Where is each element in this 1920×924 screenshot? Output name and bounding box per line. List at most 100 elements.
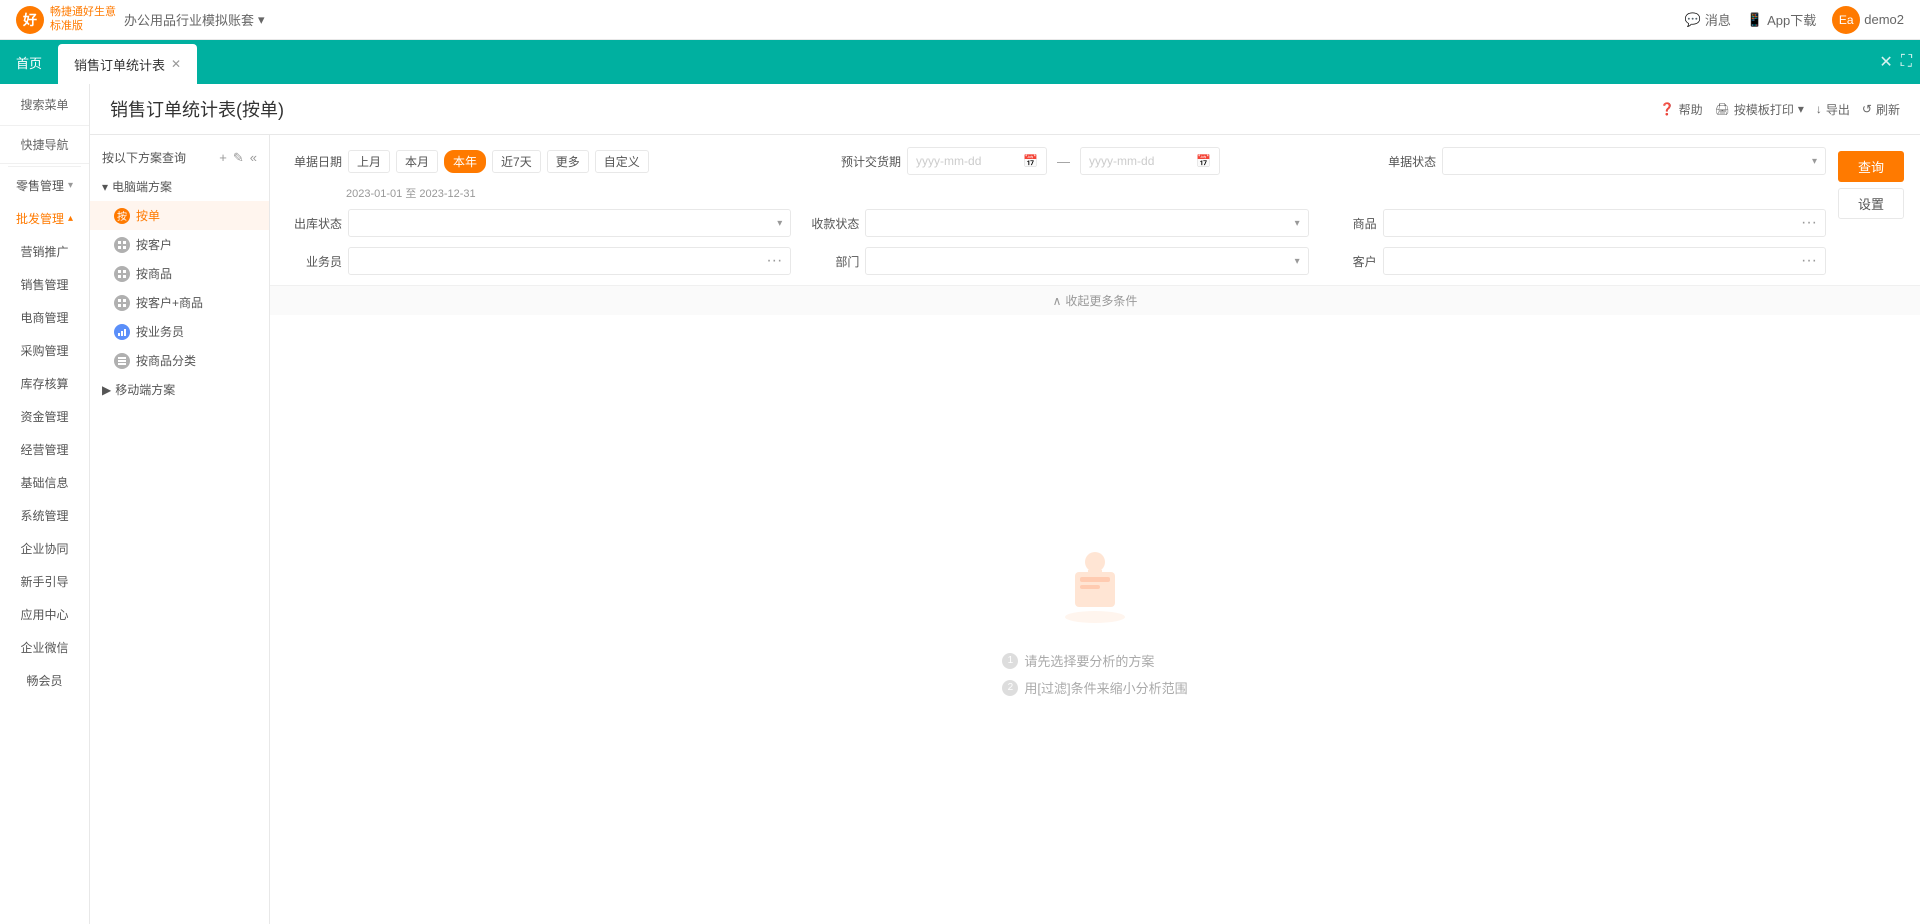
- sidebar-item-system[interactable]: 系统管理: [0, 499, 89, 532]
- sidebar-item-retail[interactable]: 零售管理 ▾: [0, 169, 89, 202]
- setting-button[interactable]: 设置: [1838, 188, 1904, 219]
- sidebar-divider-1: [8, 166, 81, 167]
- content-area: 销售订单统计表(按单) ❓ 帮助 🖨 按模板打印 ▾ ↓ 导出 ↺ 刷新: [90, 84, 1920, 924]
- scheme-group-arrow-icon: ▾: [102, 180, 108, 194]
- filter-wrapper: 单据日期 上月 本月 本年 近7天 更多 自定义: [270, 135, 1920, 315]
- sidebar-item-ecommerce[interactable]: 电商管理: [0, 301, 89, 334]
- export-btn[interactable]: ↓ 导出: [1816, 101, 1850, 118]
- sidebar-item-wechat[interactable]: 企业微信: [0, 631, 89, 664]
- scheme-item-by-salesman[interactable]: 按业务员: [90, 317, 269, 346]
- logo-text: 畅捷通好生意 标准版: [50, 6, 116, 32]
- scheme-group-mobile-title[interactable]: ▶ 移动端方案: [90, 375, 269, 404]
- salesman-select[interactable]: ···: [348, 247, 791, 275]
- app-download-btn[interactable]: 📱 App下载: [1747, 10, 1816, 29]
- retail-arrow-icon: ▾: [68, 180, 73, 191]
- user-menu[interactable]: Ea demo2: [1832, 6, 1904, 34]
- scheme-add-icon[interactable]: +: [219, 150, 227, 165]
- sidebar-item-wholesale[interactable]: 批发管理 ▴: [0, 202, 89, 235]
- scheme-item-by-customer[interactable]: 按客户: [90, 230, 269, 259]
- quick-nav-label[interactable]: 快捷导航: [0, 130, 89, 159]
- dept-group: 部门 ▾: [803, 247, 1308, 275]
- scheme-item-icon-order: 按: [114, 208, 130, 224]
- scheme-panel: 按以下方案查询 + ✎ « ▾ 电脑端方案 按 按单: [90, 135, 270, 924]
- sidebar-item-appstore[interactable]: 应用中心: [0, 598, 89, 631]
- message-icon: 💬: [1685, 12, 1701, 28]
- top-bar-right: 💬 消息 📱 App下载 Ea demo2: [1685, 6, 1904, 34]
- customer-group: 客户 ···: [1321, 247, 1826, 275]
- date-filter-group: 单据日期 上月 本月 本年 近7天 更多 自定义: [286, 150, 821, 173]
- sidebar-item-sales[interactable]: 销售管理: [0, 268, 89, 301]
- goods-more-icon[interactable]: ···: [1801, 214, 1817, 232]
- logo-icon: 好: [16, 6, 44, 34]
- scheme-edit-icon[interactable]: ✎: [233, 150, 244, 166]
- sidebar-item-newbie[interactable]: 新手引导: [0, 565, 89, 598]
- sidebar-item-operations[interactable]: 经营管理: [0, 433, 89, 466]
- inner-layout: 按以下方案查询 + ✎ « ▾ 电脑端方案 按 按单: [90, 135, 1920, 924]
- tab-sales-order[interactable]: 销售订单统计表 ✕: [58, 44, 197, 84]
- date-btn-last-month[interactable]: 上月: [348, 150, 390, 173]
- customer-label: 客户: [1321, 253, 1377, 270]
- goods-select[interactable]: ···: [1383, 209, 1826, 237]
- scheme-collapse-icon[interactable]: «: [250, 150, 257, 165]
- selector-arrow-icon: ▾: [258, 12, 265, 28]
- hint-num-2: 2: [1002, 680, 1018, 696]
- salesman-more-icon[interactable]: ···: [766, 252, 782, 270]
- sidebar-item-inventory[interactable]: 库存核算: [0, 367, 89, 400]
- sidebar-search[interactable]: 搜索菜单: [0, 84, 89, 126]
- salesman-label: 业务员: [286, 253, 342, 270]
- collapse-content: ∧ 收起更多条件: [276, 292, 1914, 309]
- sidebar-item-purchase[interactable]: 采购管理: [0, 334, 89, 367]
- date-btn-this-year[interactable]: 本年: [444, 150, 486, 173]
- top-bar-left: 好 畅捷通好生意 标准版 办公用品行业模拟账套 ▾: [16, 6, 265, 34]
- date-btn-this-month[interactable]: 本月: [396, 150, 438, 173]
- sidebar-quick-nav[interactable]: 快捷导航: [0, 126, 89, 164]
- scheme-item-icon-salesman: [114, 324, 130, 340]
- order-status-label: 单据状态: [1380, 153, 1436, 170]
- print-arrow-icon: ▾: [1798, 102, 1804, 116]
- search-menu-label[interactable]: 搜索菜单: [8, 92, 81, 117]
- scheme-item-by-category[interactable]: 按商品分类: [90, 346, 269, 375]
- sidebar-item-marketing[interactable]: 营销推广: [0, 235, 89, 268]
- template-print-btn[interactable]: 🖨 按模板打印 ▾: [1715, 101, 1804, 118]
- help-btn[interactable]: ❓ 帮助: [1660, 101, 1703, 118]
- date-btn-more[interactable]: 更多: [547, 150, 589, 173]
- scheme-item-by-customer-goods[interactable]: 按客户+商品: [90, 288, 269, 317]
- out-status-select[interactable]: ▾: [348, 209, 791, 237]
- customer-more-icon[interactable]: ···: [1801, 252, 1817, 270]
- tab-close-icon[interactable]: ✕: [171, 57, 181, 71]
- customer-select[interactable]: ···: [1383, 247, 1826, 275]
- tab-close-window-icon[interactable]: ✕: [1879, 52, 1892, 72]
- order-status-select[interactable]: ▾: [1442, 147, 1826, 175]
- dept-select[interactable]: ▾: [865, 247, 1308, 275]
- tab-home[interactable]: 首页: [0, 40, 58, 84]
- scheme-item-by-goods[interactable]: 按商品: [90, 259, 269, 288]
- date-btn-7days[interactable]: 近7天: [492, 150, 541, 173]
- right-panel: 单据日期 上月 本月 本年 近7天 更多 自定义: [270, 135, 1920, 924]
- sidebar-item-corp[interactable]: 企业协同: [0, 532, 89, 565]
- app-selector[interactable]: 办公用品行业模拟账套 ▾: [124, 10, 265, 29]
- payment-status-select[interactable]: ▾: [865, 209, 1308, 237]
- refresh-btn[interactable]: ↺ 刷新: [1862, 101, 1900, 118]
- scheme-item-by-order[interactable]: 按 按单: [90, 201, 269, 230]
- tab-fullscreen-icon[interactable]: ⛶: [1901, 53, 1912, 71]
- order-status-arrow-icon: ▾: [1812, 156, 1817, 167]
- sidebar-item-finance[interactable]: 资金管理: [0, 400, 89, 433]
- payment-status-group: 收款状态 ▾: [803, 209, 1308, 237]
- scheme-item-icon-category: [114, 353, 130, 369]
- scheme-item-icon-customer: [114, 237, 130, 253]
- print-icon: 🖨: [1715, 102, 1730, 116]
- out-status-group: 出库状态 ▾: [286, 209, 791, 237]
- hint-num-1: 1: [1002, 653, 1018, 669]
- sidebar-item-basic[interactable]: 基础信息: [0, 466, 89, 499]
- scheme-group-pc-title[interactable]: ▾ 电脑端方案: [90, 172, 269, 201]
- expected-date-from[interactable]: yyyy-mm-dd 📅: [907, 147, 1047, 175]
- sidebar-item-member[interactable]: 畅会员: [0, 664, 89, 697]
- expected-date-to[interactable]: yyyy-mm-dd 📅: [1080, 147, 1220, 175]
- message-btn[interactable]: 💬 消息: [1685, 10, 1731, 29]
- date-btn-custom[interactable]: 自定义: [595, 150, 649, 173]
- out-status-arrow-icon: ▾: [777, 218, 782, 229]
- wholesale-arrow-icon: ▴: [68, 213, 73, 224]
- collapse-bar[interactable]: ∧ 收起更多条件: [270, 285, 1920, 315]
- expected-date-group: 预计交货期 yyyy-mm-dd 📅 — yyyy-mm-dd 📅: [833, 147, 1368, 175]
- query-button[interactable]: 查询: [1838, 151, 1904, 182]
